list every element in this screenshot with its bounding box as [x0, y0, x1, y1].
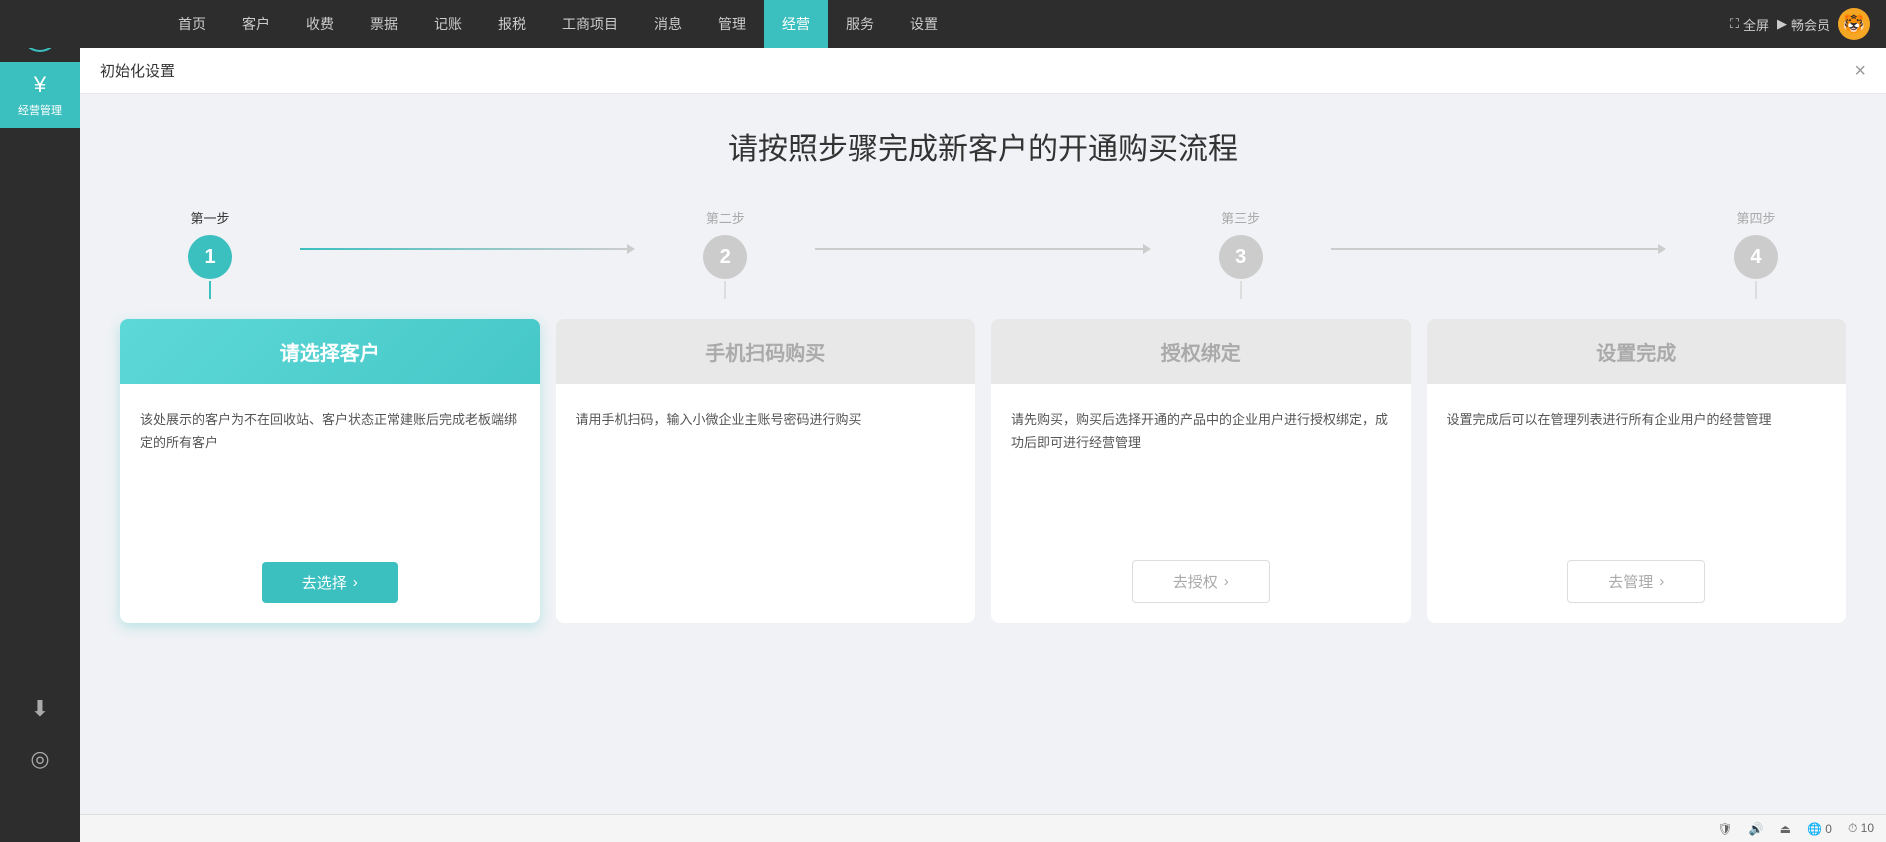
nav-admin[interactable]: 管理 — [700, 0, 764, 48]
card-1-footer: 去选择 › — [120, 546, 540, 623]
card-2-header: 手机扫码购买 — [556, 319, 976, 384]
nav-tax[interactable]: 报税 — [480, 0, 544, 48]
go-select-arrow: › — [353, 574, 358, 591]
go-manage-label: 去管理 — [1608, 571, 1653, 592]
step-2-indicator: 第二步 2 — [635, 208, 815, 299]
step-4-tail — [1755, 281, 1757, 299]
close-button[interactable]: × — [1854, 61, 1866, 81]
page-title: 初始化设置 — [100, 60, 175, 81]
status-bar-right: 🛡 🔊 ⏏ 🌐 0 ⏱ 10 — [1717, 821, 1874, 836]
card-2-body: 请用手机扫码，输入小微企业主账号密码进行购买 — [556, 384, 976, 587]
go-authorize-arrow: › — [1224, 573, 1229, 590]
step-card-2: 手机扫码购买 请用手机扫码，输入小微企业主账号密码进行购买 — [556, 319, 976, 623]
play-icon: ▶ — [1777, 16, 1787, 32]
sidebar-support-item[interactable]: ◎ — [0, 736, 80, 782]
nav-bills[interactable]: 票据 — [352, 0, 416, 48]
time-status: ⏱ 10 — [1848, 821, 1874, 836]
nav-operations[interactable]: 经营 — [764, 0, 828, 48]
connector-1-2 — [300, 244, 635, 254]
eject-icon: ⏏ — [1780, 822, 1791, 836]
go-select-button[interactable]: 去选择 › — [262, 562, 398, 603]
card-4-footer: 去管理 › — [1427, 544, 1847, 623]
avatar-icon: 🐯 — [1843, 14, 1865, 35]
step-3-tail — [1240, 281, 1242, 299]
step-4-circle: 4 — [1734, 235, 1778, 279]
step-1-indicator: 第一步 1 — [120, 208, 300, 299]
sidebar-item-label: 经营管理 — [18, 102, 62, 118]
step-2-circle: 2 — [703, 235, 747, 279]
card-1-header: 请选择客户 — [120, 319, 540, 384]
step-3-label: 第三步 — [1221, 208, 1260, 227]
nav-charge[interactable]: 收费 — [288, 0, 352, 48]
nav-right-area: ⛶ 全屏 ▶ 畅会员 🐯 — [1730, 8, 1886, 40]
fullscreen-btn[interactable]: ⛶ 全屏 — [1730, 15, 1769, 34]
nav-business[interactable]: 工商项目 — [544, 0, 636, 48]
main-title: 请按照步骤完成新客户的开通购买流程 — [120, 124, 1846, 168]
sidebar: ¥ 经营管理 ⬇ ◎ — [0, 0, 80, 842]
card-3-body: 请先购买，购买后选择开通的产品中的企业用户进行授权绑定，成功后即可进行经营管理 — [991, 384, 1411, 544]
card-3-header: 授权绑定 — [991, 319, 1411, 384]
step-2-label: 第二步 — [706, 208, 745, 227]
go-manage-arrow: › — [1659, 573, 1664, 590]
step-4-label: 第四步 — [1736, 208, 1775, 227]
vip-btn[interactable]: ▶ 畅会员 — [1777, 15, 1830, 34]
nav-home[interactable]: 首页 — [160, 0, 224, 48]
nav-accounting[interactable]: 记账 — [416, 0, 480, 48]
go-authorize-button[interactable]: 去授权 › — [1132, 560, 1270, 603]
go-select-label: 去选择 — [302, 572, 347, 593]
step-3-indicator: 第三步 3 — [1151, 208, 1331, 299]
download-icon: ⬇ — [31, 696, 49, 722]
network-status: 🌐 0 — [1807, 822, 1832, 836]
step-3-circle: 3 — [1219, 235, 1263, 279]
status-bar: ▶ 完成 🛡 🔊 ⏏ 🌐 0 ⏱ 10 — [0, 814, 1886, 842]
avatar[interactable]: 🐯 — [1838, 8, 1870, 40]
fullscreen-label: 全屏 — [1743, 15, 1769, 34]
step-card-1: 请选择客户 该处展示的客户为不在回收站、客户状态正常建账后完成老板端绑定的所有客… — [120, 319, 540, 623]
connector-3-4 — [1331, 244, 1666, 254]
step-2-tail — [724, 281, 726, 299]
card-4-header: 设置完成 — [1427, 319, 1847, 384]
yen-icon: ¥ — [34, 72, 46, 98]
nav-message[interactable]: 消息 — [636, 0, 700, 48]
card-4-body: 设置完成后可以在管理列表进行所有企业用户的经营管理 — [1427, 384, 1847, 544]
sidebar-bottom: ⬇ ◎ — [0, 686, 80, 782]
shield-icon: 🛡 — [1717, 822, 1732, 836]
sidebar-item-management[interactable]: ¥ 经营管理 — [0, 62, 80, 128]
step-1-circle: 1 — [188, 235, 232, 279]
nav-customer[interactable]: 客户 — [224, 0, 288, 48]
nav-service[interactable]: 服务 — [828, 0, 892, 48]
steps-row: 第一步 1 第二步 2 — [120, 208, 1846, 299]
nav-settings[interactable]: 设置 — [892, 0, 956, 48]
step-1-label: 第一步 — [190, 208, 229, 227]
volume-icon: 🔊 — [1749, 822, 1764, 836]
go-manage-button[interactable]: 去管理 › — [1567, 560, 1705, 603]
step-1-tail — [209, 281, 211, 299]
card-3-footer: 去授权 › — [991, 544, 1411, 623]
step-card-3: 授权绑定 请先购买，购买后选择开通的产品中的企业用户进行授权绑定，成功后即可进行… — [991, 319, 1411, 623]
step-card-4: 设置完成 设置完成后可以在管理列表进行所有企业用户的经营管理 去管理 › — [1427, 319, 1847, 623]
connector-2-3 — [815, 244, 1150, 254]
fullscreen-icon: ⛶ — [1730, 16, 1739, 32]
cards-row: 请选择客户 该处展示的客户为不在回收站、客户状态正常建账后完成老板端绑定的所有客… — [120, 319, 1846, 623]
support-icon: ◎ — [30, 746, 49, 772]
content-area: 请按照步骤完成新客户的开通购买流程 第一步 1 第二步 2 — [80, 94, 1886, 842]
step-4-indicator: 第四步 4 — [1666, 208, 1846, 299]
card-1-body: 该处展示的客户为不在回收站、客户状态正常建账后完成老板端绑定的所有客户 — [120, 384, 540, 546]
sidebar-download-item[interactable]: ⬇ — [0, 686, 80, 732]
top-nav: 首页 客户 收费 票据 记账 报税 工商项目 消息 管理 经营 服务 设置 ⛶ … — [0, 0, 1886, 48]
page-header: 初始化设置 × — [80, 48, 1886, 94]
card-2-footer — [556, 587, 976, 623]
vip-label: 畅会员 — [1791, 15, 1830, 34]
go-authorize-label: 去授权 — [1173, 571, 1218, 592]
